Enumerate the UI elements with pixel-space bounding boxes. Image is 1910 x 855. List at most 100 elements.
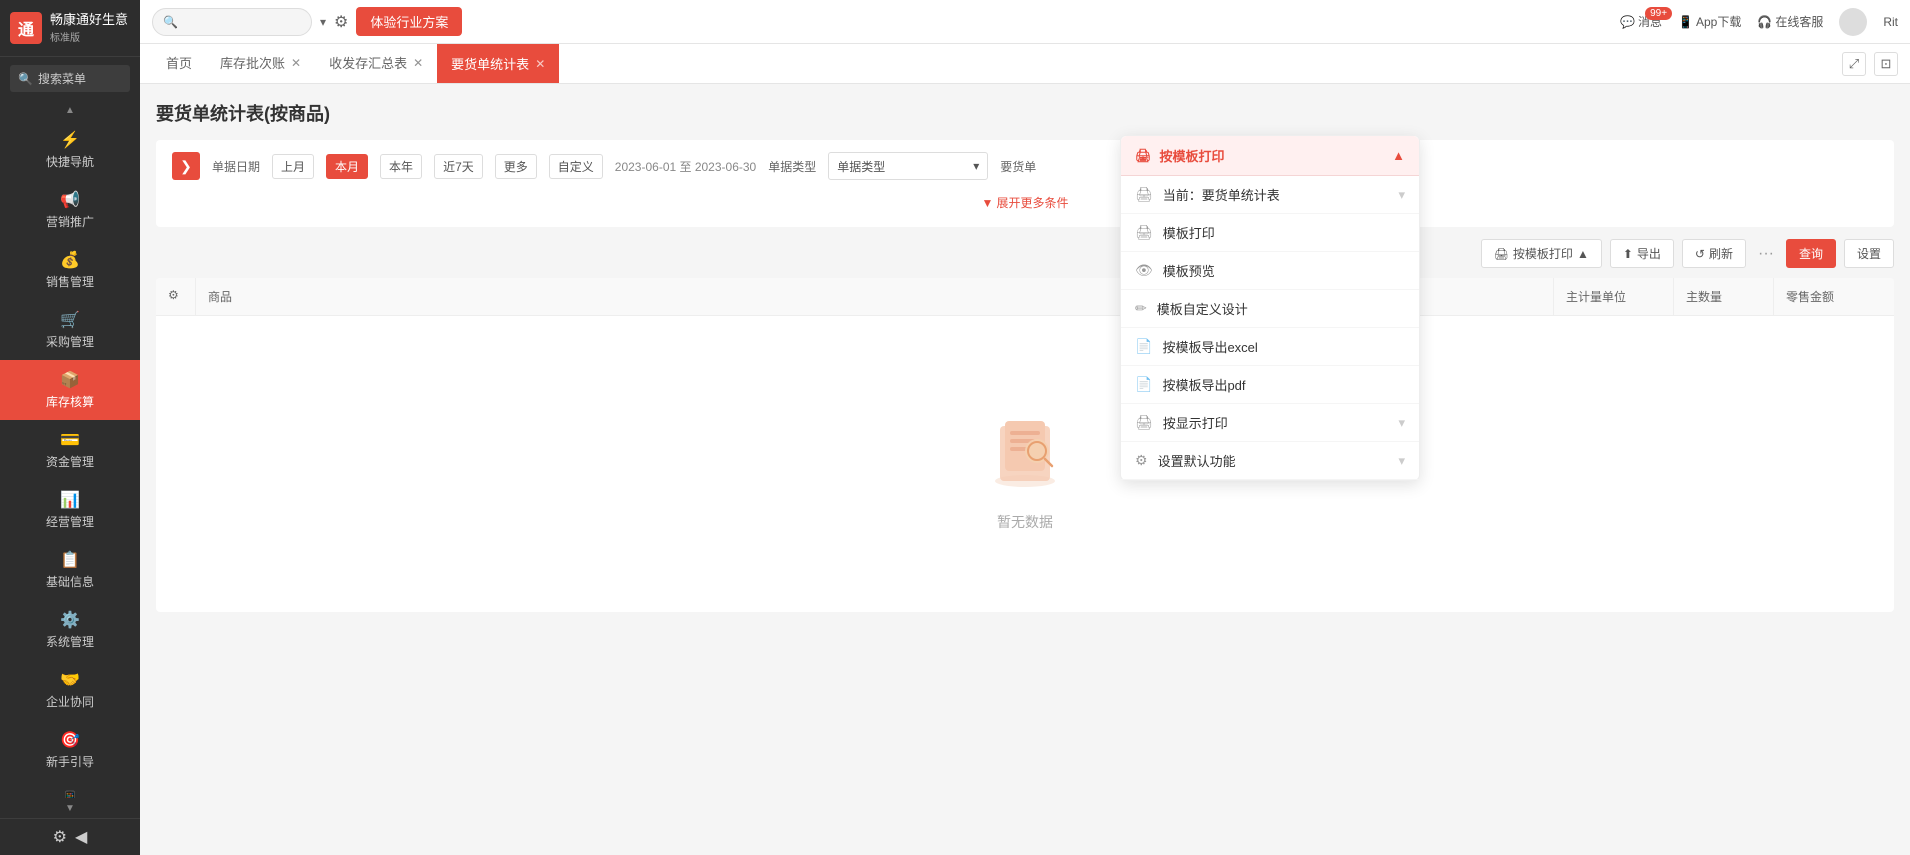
sidebar-item-inventory[interactable]: 📦 库存核算 <box>0 360 140 420</box>
tab-order-stats[interactable]: 要货单统计表 ✕ <box>437 44 559 83</box>
export-icon: ⬆ <box>1623 247 1633 261</box>
user-avatar[interactable] <box>1839 8 1867 36</box>
date-btn-last-month[interactable]: 上月 <box>272 154 314 179</box>
dropdown-display-print[interactable]: 🖨 按显示打印 ▾ <box>1121 404 1419 442</box>
tab-income-summary-close[interactable]: ✕ <box>413 56 423 70</box>
collapse-sidebar-icon[interactable]: ◀ <box>75 827 87 847</box>
sidebar-item-purchase[interactable]: 🛒 采购管理 <box>0 300 140 360</box>
sidebar-item-appcenter[interactable]: 📱 应用中心 <box>0 780 140 798</box>
dropdown-collapse-icon[interactable]: ▲ <box>1392 148 1405 163</box>
inventory-label: 库存核算 <box>46 393 94 410</box>
col-retail-amount: 零售金额 <box>1774 278 1894 315</box>
sidebar-item-operations[interactable]: 📊 经营管理 <box>0 480 140 540</box>
sales-label: 销售管理 <box>46 273 94 290</box>
date-btn-7days[interactable]: 近7天 <box>434 154 483 179</box>
topbar-right: 💬 消息 99+ 📱 App下载 🎧 在线客服 Rit <box>1620 8 1898 36</box>
data-table: ⚙ 商品 主计量单位 主数量 零售金额 暂 <box>156 278 1894 612</box>
message-badge: 99+ <box>1645 7 1672 20</box>
tab-resize-btn[interactable]: ⊡ <box>1874 52 1898 76</box>
template-preview-label: 模板预览 <box>1163 261 1215 280</box>
set-default-label: 设置默认功能 <box>1158 451 1236 470</box>
empty-state: 暂无数据 <box>156 316 1894 612</box>
inventory-icon: 📦 <box>60 370 80 390</box>
basic-label: 基础信息 <box>46 573 94 590</box>
finance-icon: 💳 <box>60 430 80 450</box>
sidebar-scroll-up[interactable]: ▲ <box>0 100 140 120</box>
sidebar-item-collab[interactable]: 🤝 企业协同 <box>0 660 140 720</box>
collab-icon: 🤝 <box>60 670 80 690</box>
sidebar-item-finance[interactable]: 💳 资金管理 <box>0 420 140 480</box>
order-type-label: 单据类型 <box>768 158 816 175</box>
sidebar-item-quick[interactable]: ⚡ 快捷导航 <box>0 120 140 180</box>
collab-label: 企业协同 <box>46 693 94 710</box>
sidebar: 通 畅康通好生意 标准版 🔍 搜索菜单 ▲ ⚡ 快捷导航 📢 营销推广 💰 销售… <box>0 0 140 855</box>
quick-nav-icon: ⚡ <box>60 130 80 150</box>
tab-income-summary[interactable]: 收发存汇总表 ✕ <box>315 44 437 83</box>
col-qty: 主数量 <box>1674 278 1774 315</box>
date-btn-this-year[interactable]: 本年 <box>380 154 422 179</box>
topbar-dropdown-arrow[interactable]: ▾ <box>320 15 326 29</box>
refresh-icon: ↺ <box>1695 247 1705 261</box>
sidebar-item-sales[interactable]: 💰 销售管理 <box>0 240 140 300</box>
date-btn-this-month[interactable]: 本月 <box>326 154 368 179</box>
tab-order-stats-close[interactable]: ✕ <box>535 57 545 71</box>
set-default-arrow: ▾ <box>1398 453 1405 469</box>
set-default-icon: ⚙ <box>1135 452 1148 469</box>
message-icon: 💬 <box>1620 15 1635 29</box>
service-label: 在线客服 <box>1775 13 1823 30</box>
query-label: 查询 <box>1799 245 1823 262</box>
trial-btn[interactable]: 体验行业方案 <box>356 7 462 36</box>
tab-inventory-batch-label: 库存批次账 <box>220 53 285 72</box>
template-print-icon: 🖨 <box>1135 224 1153 241</box>
print-icon: 🖨 <box>1494 247 1509 261</box>
print-template-dropdown: 🖨 按模板打印 ▲ 🖨 当前：要货单统计表 ▾ 🖨 模板打印 👁 模板预览 <box>1120 135 1420 481</box>
template-print-label: 模板打印 <box>1163 223 1215 242</box>
more-btn[interactable]: ··· <box>1754 241 1778 267</box>
sidebar-item-marketing[interactable]: 📢 营销推广 <box>0 180 140 240</box>
app-download-btn[interactable]: 📱 App下载 <box>1678 13 1741 30</box>
topbar-search-box[interactable]: 🔍 <box>152 8 312 36</box>
settings-bottom-icon[interactable]: ⚙ <box>53 827 67 847</box>
dropdown-current-item[interactable]: 🖨 当前：要货单统计表 ▾ <box>1121 176 1419 214</box>
settings-btn[interactable]: 设置 <box>1844 239 1894 268</box>
message-btn[interactable]: 💬 消息 99+ <box>1620 13 1662 30</box>
tab-maximize-btn[interactable]: ⤢ <box>1842 52 1866 76</box>
dropdown-set-default[interactable]: ⚙ 设置默认功能 ▾ <box>1121 442 1419 480</box>
dropdown-item-template-preview[interactable]: 👁 模板预览 <box>1121 252 1419 290</box>
sidebar-item-basic[interactable]: 📋 基础信息 <box>0 540 140 600</box>
export-btn[interactable]: ⬆ 导出 <box>1610 239 1674 268</box>
empty-text: 暂无数据 <box>997 512 1053 532</box>
dropdown-item-export-pdf[interactable]: 📄 按模板导出pdf <box>1121 366 1419 404</box>
print-template-btn[interactable]: 🖨 按模板打印 ▲ <box>1481 239 1602 268</box>
settings-label: 设置 <box>1857 245 1881 262</box>
query-btn[interactable]: 查询 <box>1786 239 1836 268</box>
dropdown-item-template-design[interactable]: ✏ 模板自定义设计 <box>1121 290 1419 328</box>
refresh-btn[interactable]: ↺ 刷新 <box>1682 239 1746 268</box>
tab-inventory-batch-close[interactable]: ✕ <box>291 56 301 70</box>
tab-inventory-batch[interactable]: 库存批次账 ✕ <box>206 44 315 83</box>
system-icon: ⚙️ <box>60 610 80 630</box>
tab-income-summary-label: 收发存汇总表 <box>329 53 407 72</box>
search-menu-button[interactable]: 🔍 搜索菜单 <box>10 65 130 92</box>
expand-filter-btn[interactable]: ▼ 展开更多条件 <box>974 190 1077 215</box>
dropdown-item-export-excel[interactable]: 📄 按模板导出excel <box>1121 328 1419 366</box>
sidebar-item-system[interactable]: ⚙️ 系统管理 <box>0 600 140 660</box>
dropdown-item-template-print[interactable]: 🖨 模板打印 <box>1121 214 1419 252</box>
tabs-bar: 首页 库存批次账 ✕ 收发存汇总表 ✕ 要货单统计表 ✕ ⤢ ⊡ <box>140 44 1910 84</box>
topbar-gear-icon[interactable]: ⚙ <box>334 12 348 32</box>
date-btn-more[interactable]: 更多 <box>495 154 537 179</box>
online-service-btn[interactable]: 🎧 在线客服 <box>1757 13 1823 30</box>
tab-home[interactable]: 首页 <box>152 44 206 83</box>
sidebar-search-area: 🔍 搜索菜单 <box>0 57 140 100</box>
toolbar: 🖨 按模板打印 ▲ ⬆ 导出 ↺ 刷新 ··· 查询 设置 <box>156 239 1894 268</box>
dropdown-current-label: 当前：要货单统计表 <box>1163 185 1280 204</box>
export-pdf-label: 按模板导出pdf <box>1162 375 1245 394</box>
dropdown-title: 按模板打印 <box>1160 146 1225 165</box>
order-type-select[interactable]: 单据类型 ▾ <box>828 152 988 180</box>
sidebar-item-guide[interactable]: 🎯 新手引导 <box>0 720 140 780</box>
sidebar-scroll-down[interactable]: ▼ <box>0 798 140 818</box>
expand-filter-icon: ▼ <box>982 196 994 210</box>
filter-toggle-arrow[interactable]: ❯ <box>172 152 200 180</box>
username-label[interactable]: Rit <box>1883 15 1898 29</box>
date-btn-custom[interactable]: 自定义 <box>549 154 603 179</box>
